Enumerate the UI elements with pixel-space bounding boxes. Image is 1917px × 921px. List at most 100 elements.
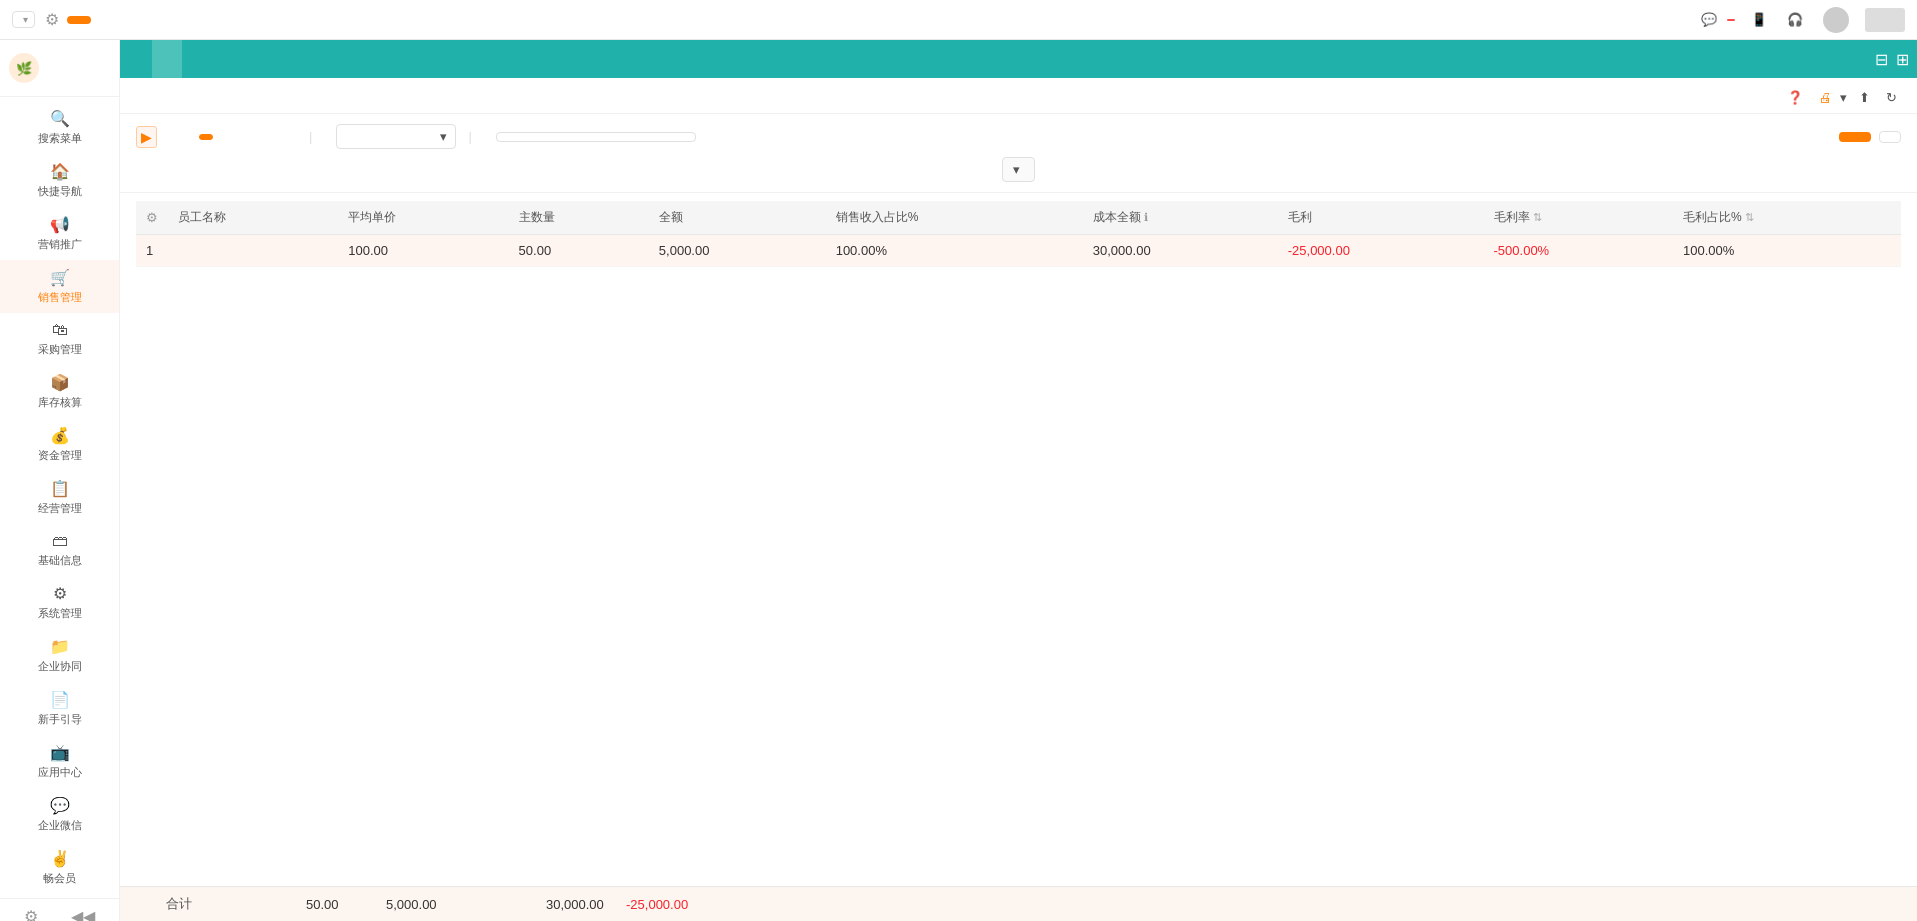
sidebar-icon-12: 📺 bbox=[50, 743, 70, 762]
status-dropdown-icon: ▾ bbox=[440, 129, 447, 144]
message-icon: 💬 bbox=[1701, 12, 1717, 27]
top-right-actions: 💬 📱 🎧 bbox=[1701, 7, 1905, 33]
sidebar-icon-6: 💰 bbox=[50, 426, 70, 445]
sidebar-item-13[interactable]: 💬企业微信 bbox=[0, 788, 119, 841]
footer-gross: -25,000.00 bbox=[626, 897, 706, 912]
query-button[interactable] bbox=[1839, 132, 1871, 142]
goods-input[interactable] bbox=[496, 132, 696, 142]
sidebar-item-7[interactable]: 📋经营管理 bbox=[0, 471, 119, 524]
user-name-placeholder bbox=[1865, 8, 1905, 32]
settings-button[interactable] bbox=[1879, 131, 1901, 143]
sort-icon-gross_pct[interactable]: ⇅ bbox=[1745, 211, 1754, 223]
cell-name bbox=[168, 235, 338, 267]
this-month-tab[interactable] bbox=[199, 134, 213, 140]
table-header-row: ⚙员工名称平均单价主数量全额销售收入占比%成本全额 ℹ毛利毛利率 ⇅毛利占比% … bbox=[136, 201, 1901, 235]
avatar[interactable] bbox=[1823, 7, 1849, 33]
sidebar-icon-0: 🔍 bbox=[50, 109, 70, 128]
last-month-tab[interactable] bbox=[181, 134, 195, 140]
last7days-tab[interactable] bbox=[235, 134, 249, 140]
page-content: ❓ 🖨 ▾ ⬆ ↻ bbox=[120, 78, 1917, 886]
sort-icon-gross_rate[interactable]: ⇅ bbox=[1533, 211, 1542, 223]
col-header-gross: 毛利 bbox=[1278, 201, 1484, 235]
sidebar-item-14[interactable]: ✌畅会员 bbox=[0, 841, 119, 894]
cell-gross: -25,000.00 bbox=[1278, 235, 1484, 267]
sidebar-item-12[interactable]: 📺应用中心 bbox=[0, 735, 119, 788]
table-settings-icon[interactable]: ⚙ bbox=[146, 210, 158, 225]
sidebar-icon-11: 📄 bbox=[50, 690, 70, 709]
cost-info-icon[interactable]: ℹ bbox=[1144, 211, 1148, 223]
sidebar-item-9[interactable]: ⚙系统管理 bbox=[0, 576, 119, 629]
tab-expand-icon[interactable]: ⊞ bbox=[1896, 50, 1909, 69]
collapse-icon[interactable]: ◀◀ bbox=[71, 907, 95, 921]
sidebar-item-0[interactable]: 🔍搜索菜单 bbox=[0, 101, 119, 154]
export-button[interactable]: ⬆ bbox=[1859, 90, 1874, 105]
sidebar-item-10[interactable]: 📁企业协同 bbox=[0, 629, 119, 682]
sidebar-item-6[interactable]: 💰资金管理 bbox=[0, 418, 119, 471]
sidebar-item-11[interactable]: 📄新手引导 bbox=[0, 682, 119, 735]
col-header-rank: ⚙ bbox=[136, 201, 168, 235]
sidebar-item-5[interactable]: 📦库存核算 bbox=[0, 365, 119, 418]
sidebar: 🌿 🔍搜索菜单🏠快捷导航📢营销推广🛒销售管理🛍采购管理📦库存核算💰资金管理📋经营… bbox=[0, 40, 120, 921]
headset-icon: 🎧 bbox=[1787, 12, 1803, 27]
tab-right: ⊟ ⊞ bbox=[1875, 50, 1917, 69]
cell-gross_rate: -500.00% bbox=[1484, 235, 1673, 267]
svg-text:🌿: 🌿 bbox=[16, 60, 33, 77]
sidebar-icon-13: 💬 bbox=[50, 796, 70, 815]
sidebar-icon-9: ⚙ bbox=[53, 584, 67, 603]
filter-toggle-icon[interactable]: ▶ bbox=[136, 126, 157, 148]
export-icon: ⬆ bbox=[1859, 90, 1870, 105]
sidebar-item-4[interactable]: 🛍采购管理 bbox=[0, 313, 119, 365]
sidebar-icon-4: 🛍 bbox=[52, 321, 68, 339]
sidebar-bottom: ⚙ ◀◀ bbox=[0, 898, 119, 921]
sidebar-item-8[interactable]: 🗃基础信息 bbox=[0, 524, 119, 576]
company-selector[interactable]: ▾ bbox=[12, 11, 35, 28]
col-header-gross_pct: 毛利占比% ⇅ bbox=[1673, 201, 1901, 235]
sidebar-item-1[interactable]: 🏠快捷导航 bbox=[0, 154, 119, 207]
gear-icon[interactable]: ⚙ bbox=[45, 10, 59, 29]
app-download-button[interactable]: 📱 bbox=[1751, 12, 1771, 27]
refresh-button[interactable]: ↻ bbox=[1886, 90, 1901, 105]
col-header-sales_pct: 销售收入占比% bbox=[826, 201, 1083, 235]
page-header: ❓ 🖨 ▾ ⬆ ↻ bbox=[120, 78, 1917, 114]
cell-cost: 30,000.00 bbox=[1083, 235, 1278, 267]
sales-ranking-table: ⚙员工名称平均单价主数量全额销售收入占比%成本全额 ℹ毛利毛利率 ⇅毛利占比% … bbox=[136, 201, 1901, 267]
footer-cost: 30,000.00 bbox=[546, 897, 626, 912]
col-header-amount: 全额 bbox=[649, 201, 826, 235]
tab-sales-ranking[interactable] bbox=[152, 40, 182, 78]
footer-amount: 5,000.00 bbox=[386, 897, 466, 912]
app-icon: 📱 bbox=[1751, 12, 1767, 27]
help-icon: ❓ bbox=[1787, 90, 1803, 105]
more-tab[interactable] bbox=[253, 134, 267, 140]
cell-qty: 50.00 bbox=[509, 235, 649, 267]
top-bar: ▾ ⚙ 💬 📱 🎧 bbox=[0, 0, 1917, 40]
sidebar-item-2[interactable]: 📢营销推广 bbox=[0, 207, 119, 260]
expand-filter-button[interactable]: ▾ bbox=[1002, 157, 1035, 182]
status-select[interactable]: ▾ bbox=[336, 124, 456, 149]
sidebar-icon-3: 🛒 bbox=[50, 268, 70, 287]
content-area: ⊟ ⊞ ❓ 🖨 ▾ bbox=[120, 40, 1917, 921]
message-badge bbox=[1727, 19, 1735, 21]
help-button[interactable]: ❓ bbox=[1787, 90, 1807, 105]
sidebar-icon-14: ✌ bbox=[50, 849, 70, 868]
message-button[interactable]: 💬 bbox=[1701, 12, 1735, 27]
cell-gross_pct: 100.00% bbox=[1673, 235, 1901, 267]
cell-amount: 5,000.00 bbox=[649, 235, 826, 267]
sidebar-item-3[interactable]: 🛒销售管理 bbox=[0, 260, 119, 313]
col-header-gross_rate: 毛利率 ⇅ bbox=[1484, 201, 1673, 235]
tab-home[interactable] bbox=[120, 40, 152, 78]
header-actions: ❓ 🖨 ▾ ⬆ ↻ bbox=[1787, 90, 1901, 105]
custom-tab[interactable] bbox=[271, 134, 285, 140]
tab-minimize-icon[interactable]: ⊟ bbox=[1875, 50, 1888, 69]
expand-icon: ▾ bbox=[1013, 162, 1020, 177]
sidebar-icon-10: 📁 bbox=[50, 637, 70, 656]
table-footer: 合计 50.00 5,000.00 30,000.00 -25,000.00 bbox=[120, 886, 1917, 921]
footer-qty: 50.00 bbox=[306, 897, 386, 912]
online-service-button[interactable]: 🎧 bbox=[1787, 12, 1807, 27]
print-icon: 🖨 bbox=[1819, 90, 1832, 105]
sidebar-icon-7: 📋 bbox=[50, 479, 70, 498]
trial-button[interactable] bbox=[67, 16, 91, 24]
print-button[interactable]: 🖨 ▾ bbox=[1819, 90, 1847, 105]
settings-bottom-icon[interactable]: ⚙ bbox=[24, 907, 38, 921]
cell-rank: 1 bbox=[136, 235, 168, 267]
this-year-tab[interactable] bbox=[217, 134, 231, 140]
